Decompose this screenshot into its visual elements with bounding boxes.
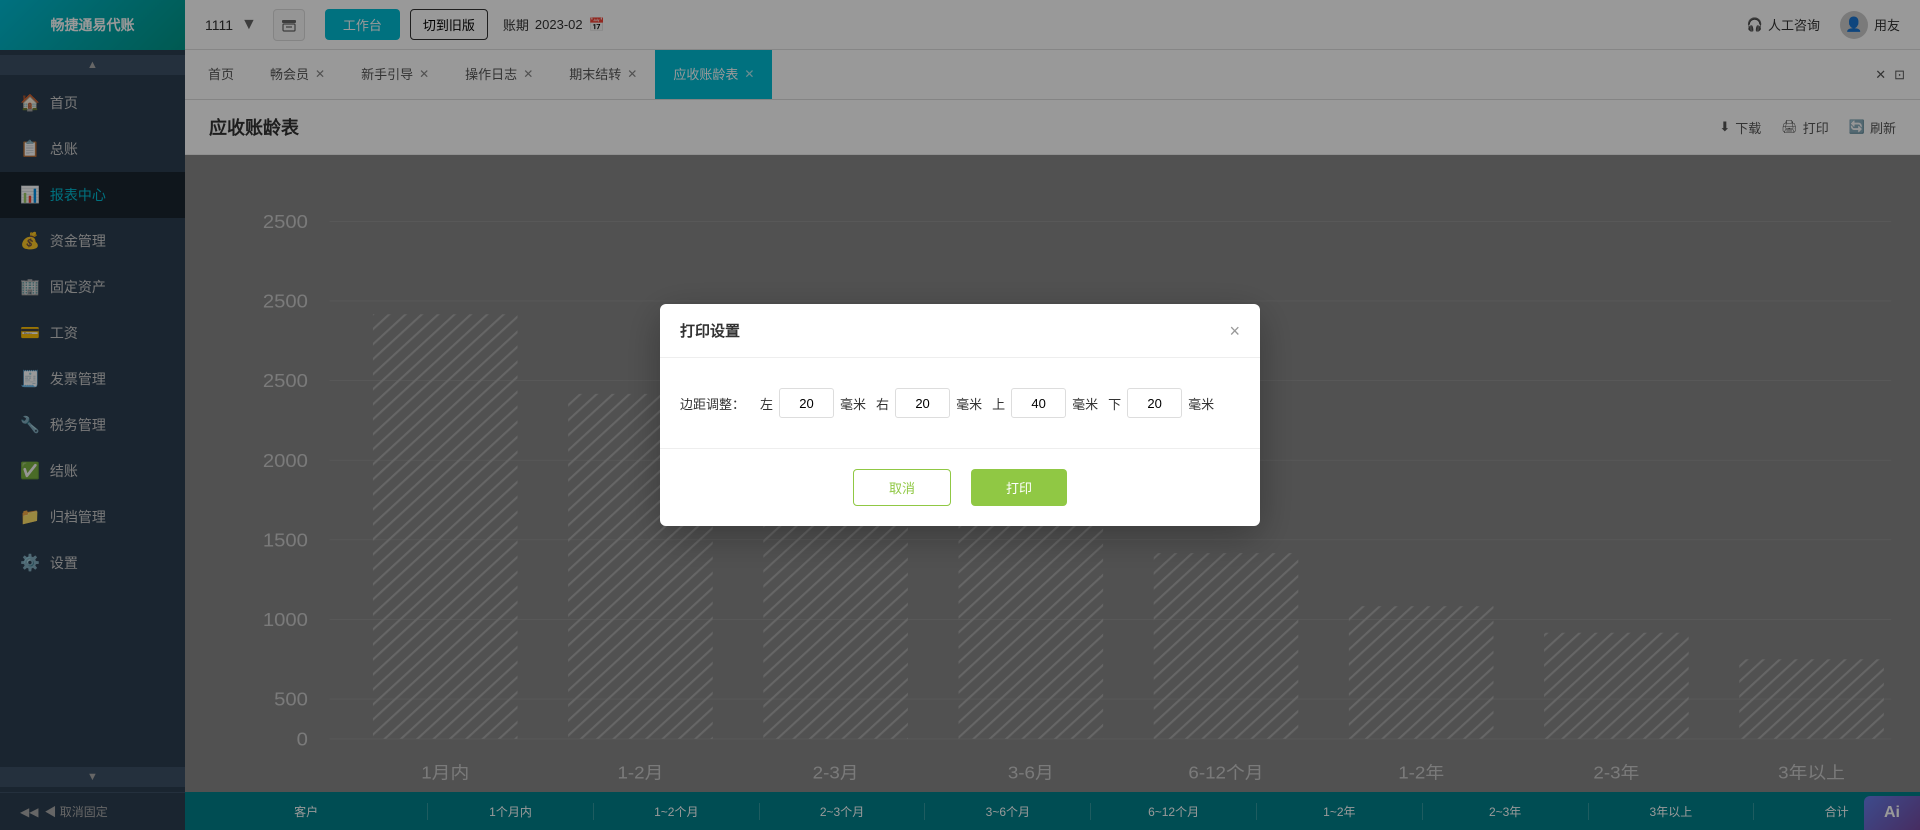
modal-overlay: 打印设置 × 边距调整： 左 毫米 右 毫米 上 毫米 [0, 0, 1920, 830]
left-input[interactable] [779, 388, 834, 418]
modal-title: 打印设置 [680, 320, 740, 341]
print-confirm-button[interactable]: 打印 [971, 469, 1067, 506]
right-label: 右 [876, 394, 889, 413]
margin-settings: 边距调整： 左 毫米 右 毫米 上 毫米 下 [680, 388, 1240, 418]
top-input[interactable] [1011, 388, 1066, 418]
margin-top-group: 上 毫米 [992, 388, 1098, 418]
top-unit: 毫米 [1072, 394, 1098, 413]
cancel-button[interactable]: 取消 [853, 469, 951, 506]
bottom-unit: 毫米 [1188, 394, 1214, 413]
modal-close-button[interactable]: × [1229, 322, 1240, 340]
margin-bottom-group: 下 毫米 [1108, 388, 1214, 418]
modal-body: 边距调整： 左 毫米 右 毫米 上 毫米 下 [660, 358, 1260, 448]
modal-footer: 取消 打印 [660, 448, 1260, 526]
left-unit: 毫米 [840, 394, 866, 413]
bottom-label: 下 [1108, 394, 1121, 413]
margin-left-group: 左 毫米 [760, 388, 866, 418]
top-label: 上 [992, 394, 1005, 413]
print-settings-modal: 打印设置 × 边距调整： 左 毫米 右 毫米 上 毫米 [660, 304, 1260, 526]
right-input[interactable] [895, 388, 950, 418]
bottom-input[interactable] [1127, 388, 1182, 418]
margin-label: 边距调整： [680, 394, 745, 413]
modal-header: 打印设置 × [660, 304, 1260, 358]
margin-right-group: 右 毫米 [876, 388, 982, 418]
right-unit: 毫米 [956, 394, 982, 413]
left-label: 左 [760, 394, 773, 413]
